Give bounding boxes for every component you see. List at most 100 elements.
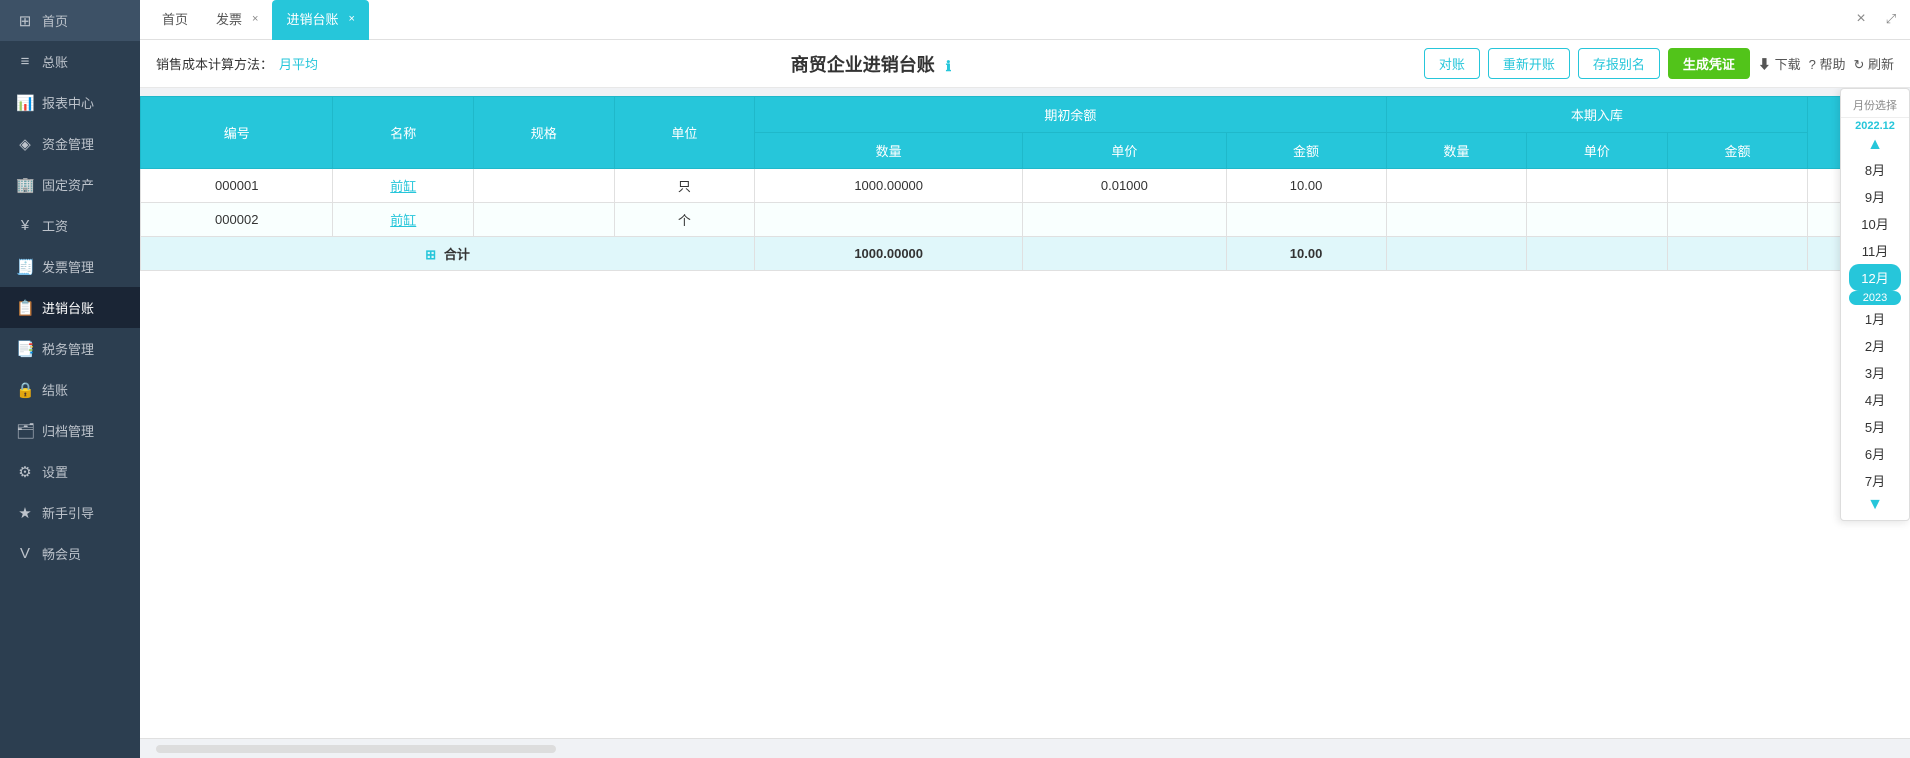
cell-unit: 只: [614, 169, 755, 203]
cell-amount: [1226, 203, 1386, 237]
sidebar-item-label: 固定资产: [42, 175, 94, 194]
download-button[interactable]: ⬇ 下载: [1758, 54, 1801, 73]
cell-unit: 个: [614, 203, 755, 237]
duizhang-button[interactable]: 对账: [1424, 48, 1480, 79]
cost-method-label: 销售成本计算方法：: [156, 54, 273, 73]
reports-icon: 📊: [16, 94, 34, 112]
main-content: 首页 发票 × 进销台账 × × ⤢ 销售成本计算方法： 月平均 商贸企业进销台…: [140, 0, 1910, 758]
tab-purchase-sales[interactable]: 进销台账 ×: [272, 0, 368, 40]
savename-button[interactable]: 存报别名: [1578, 48, 1660, 79]
refresh-button[interactable]: ↻ 刷新: [1853, 54, 1894, 73]
cell-inbound-qty: [1386, 203, 1527, 237]
sidebar-item-fixed-assets[interactable]: 🏢 固定资产: [0, 164, 140, 205]
sidebar-item-settings[interactable]: ⚙ 设置: [0, 451, 140, 492]
sidebar-item-close-accounts[interactable]: 🔒 结账: [0, 369, 140, 410]
cell-inbound-qty: [1386, 169, 1527, 203]
month-item-4[interactable]: 4月: [1841, 386, 1909, 413]
cell-code: 000002: [141, 203, 333, 237]
close-accounts-icon: 🔒: [16, 381, 34, 399]
col-period-inbound: 本期入库: [1386, 97, 1808, 133]
cell-code: 000001: [141, 169, 333, 203]
sidebar-item-label: 工资: [42, 216, 68, 235]
horizontal-scrollbar[interactable]: [156, 745, 556, 753]
table-container[interactable]: 编号 名称 规格 单位 期初余额 本期入库 数 数量 单价 金额 数: [140, 96, 1910, 738]
sidebar-item-label: 总账: [42, 52, 68, 71]
generate-button[interactable]: 生成凭证: [1668, 48, 1750, 79]
month-panel-title: 月份选择: [1841, 93, 1909, 118]
cell-name: 前缸: [333, 203, 474, 237]
col-period-balance: 期初余额: [755, 97, 1386, 133]
month-item-9[interactable]: 9月: [1841, 183, 1909, 210]
sidebar-item-general-ledger[interactable]: ≡ 总账: [0, 41, 140, 82]
col-spec: 规格: [474, 97, 615, 169]
sidebar-item-invoice-mgmt[interactable]: 🧾 发票管理: [0, 246, 140, 287]
month-item-7[interactable]: 7月: [1841, 467, 1909, 494]
cell-qty: [755, 203, 1023, 237]
total-inbound-amount: [1667, 237, 1808, 271]
purchase-icon: 📋: [16, 299, 34, 317]
month-item-3[interactable]: 3月: [1841, 359, 1909, 386]
sidebar-item-label: 税务管理: [42, 339, 94, 358]
month-item-1[interactable]: 1月: [1841, 305, 1909, 332]
help-button[interactable]: ? 帮助: [1809, 54, 1846, 73]
sidebar-item-reports[interactable]: 📊 报表中心: [0, 82, 140, 123]
sidebar-item-label: 归档管理: [42, 421, 94, 440]
refresh-icon: ↻: [1853, 57, 1864, 72]
reopen-button[interactable]: 重新开账: [1488, 48, 1570, 79]
month-item-5[interactable]: 5月: [1841, 413, 1909, 440]
year-2023-badge: 2023: [1849, 291, 1901, 305]
maximize-window-button[interactable]: ⤢: [1880, 8, 1902, 30]
sidebar-item-home[interactable]: ⊞ 首页: [0, 0, 140, 41]
invoice-icon: 🧾: [16, 258, 34, 276]
current-year-label: 2022.12: [1841, 118, 1909, 134]
close-window-button[interactable]: ×: [1850, 8, 1872, 30]
total-row: ⊞ 合计 1000.00000 10.00: [141, 237, 1910, 271]
month-nav-down[interactable]: ▼: [1841, 494, 1909, 516]
sidebar-item-label: 设置: [42, 462, 68, 481]
sidebar-item-fund-mgmt[interactable]: ◈ 资金管理: [0, 123, 140, 164]
fund-icon: ◈: [16, 135, 34, 153]
cell-spec: [474, 203, 615, 237]
tab-home[interactable]: 首页: [148, 0, 202, 40]
month-item-12[interactable]: 12月: [1849, 264, 1901, 291]
total-amount: 10.00: [1226, 237, 1386, 271]
table-row: 000001 前缸 只 1000.00000 0.01000 10.00: [141, 169, 1910, 203]
sidebar-item-label: 进销台账: [42, 298, 94, 317]
sidebar-item-tax-mgmt[interactable]: 📑 税务管理: [0, 328, 140, 369]
col-amount: 金额: [1226, 133, 1386, 169]
cell-inbound-price: [1527, 203, 1668, 237]
cell-spec: [474, 169, 615, 203]
cell-amount: 10.00: [1226, 169, 1386, 203]
sidebar-item-salary[interactable]: ¥ 工资: [0, 205, 140, 246]
month-item-6[interactable]: 6月: [1841, 440, 1909, 467]
month-nav-up[interactable]: ▲: [1841, 134, 1909, 156]
ledger-icon: ≡: [16, 53, 34, 70]
cell-inbound-amount: [1667, 203, 1808, 237]
settings-icon: ⚙: [16, 463, 34, 481]
page-bottom: [140, 738, 1910, 758]
sidebar-item-purchase-sales[interactable]: 📋 进销台账: [0, 287, 140, 328]
month-selector-panel: 月份选择 2022.12 ▲ 8月 9月 10月 11月 12月 2023 1月…: [1840, 88, 1910, 521]
tab-invoice[interactable]: 发票 ×: [202, 0, 272, 40]
col-qty2: 数量: [1386, 133, 1527, 169]
total-inbound-price: [1527, 237, 1668, 271]
invoice-tab-close[interactable]: ×: [252, 13, 258, 25]
cell-price: [1023, 203, 1226, 237]
month-item-10[interactable]: 10月: [1841, 210, 1909, 237]
sidebar-item-member[interactable]: V 畅会员: [0, 533, 140, 574]
sidebar-item-newbie[interactable]: ★ 新手引导: [0, 492, 140, 533]
total-inbound-qty: [1386, 237, 1527, 271]
tab-bar: 首页 发票 × 进销台账 × × ⤢: [140, 0, 1910, 40]
month-item-11[interactable]: 11月: [1841, 237, 1909, 264]
month-item-2[interactable]: 2月: [1841, 332, 1909, 359]
col-unit: 单位: [614, 97, 755, 169]
sidebar: ⊞ 首页 ≡ 总账 📊 报表中心 ◈ 资金管理 🏢 固定资产 ¥ 工资 🧾 发票…: [0, 0, 140, 758]
sidebar-item-label: 资金管理: [42, 134, 94, 153]
col-price2: 单价: [1527, 133, 1668, 169]
total-icon: ⊞: [425, 247, 436, 262]
month-item-8[interactable]: 8月: [1841, 156, 1909, 183]
sidebar-item-archive[interactable]: 🗂 归档管理: [0, 410, 140, 451]
content-area: 销售成本计算方法： 月平均 商贸企业进销台账 ℹ 对账 重新开账 存报别名 生成…: [140, 40, 1910, 758]
purchase-sales-tab-close[interactable]: ×: [348, 13, 354, 25]
member-icon: V: [16, 545, 34, 562]
